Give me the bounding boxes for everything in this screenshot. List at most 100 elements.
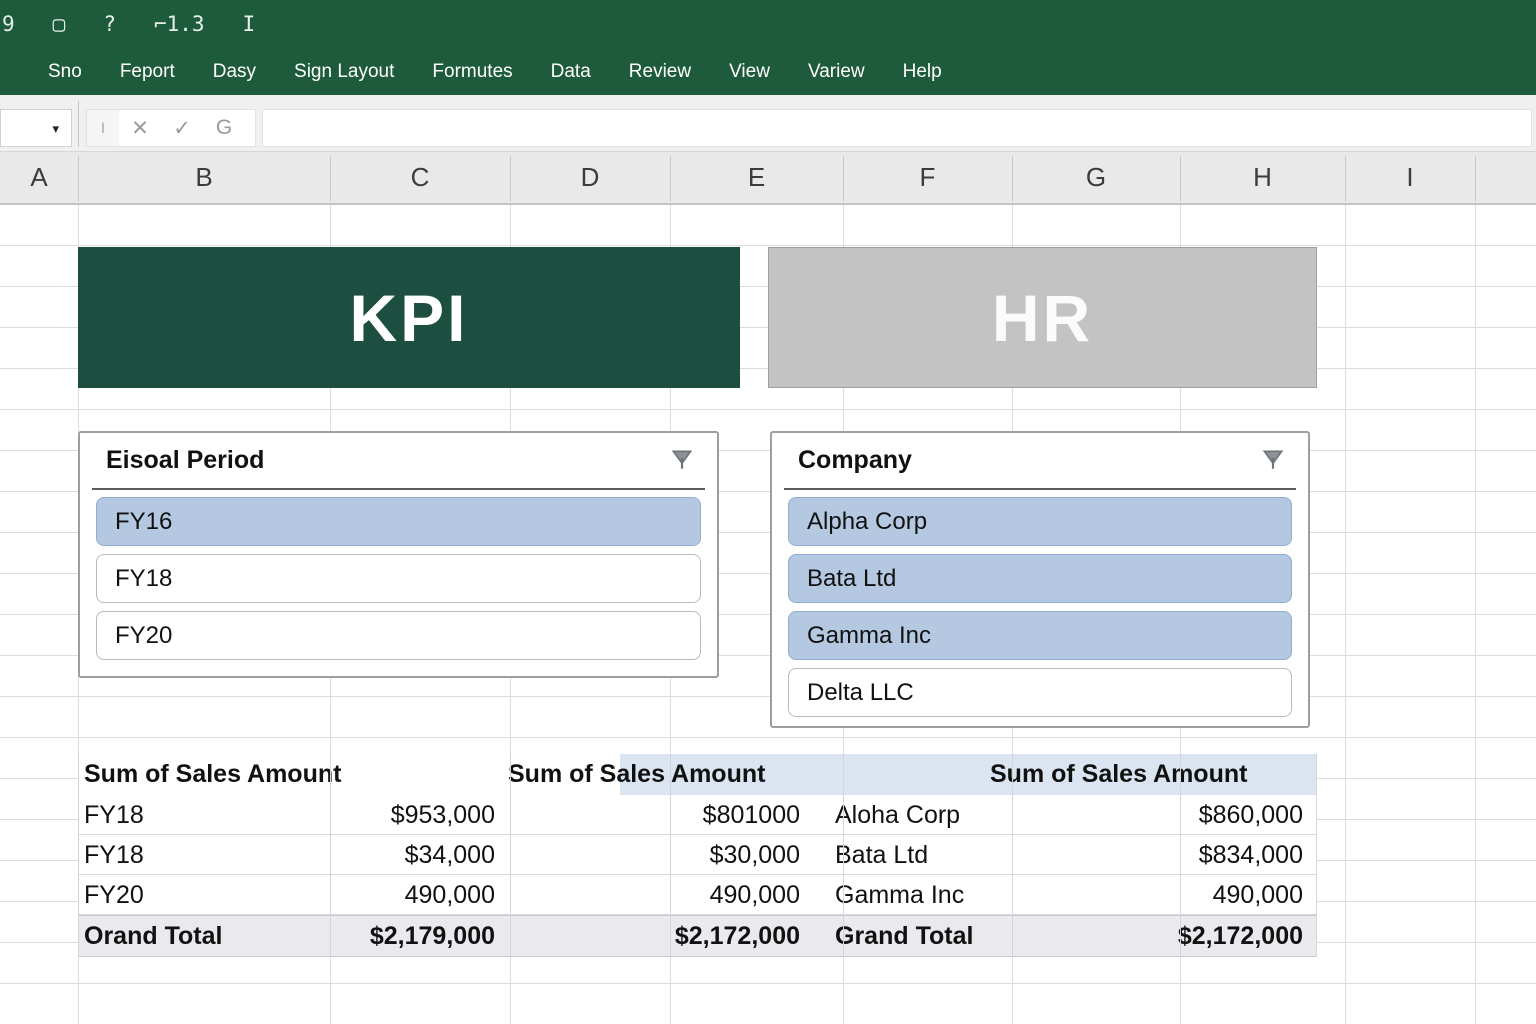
- value-cell[interactable]: $953,000: [258, 795, 495, 835]
- tab-feport[interactable]: Feport: [120, 48, 175, 95]
- gridline: [330, 754, 331, 957]
- value-cell[interactable]: $34,000: [258, 835, 495, 875]
- undo-icon[interactable]: 9: [2, 0, 15, 48]
- hr-banner-cell[interactable]: HR: [768, 247, 1317, 388]
- redo-icon[interactable]: ?: [103, 0, 116, 48]
- pivot-header-2[interactable]: Sum of Sales Amount: [508, 754, 765, 795]
- tab-variew[interactable]: Variew: [808, 48, 865, 95]
- column-separator: [1180, 156, 1181, 201]
- total-value-cell[interactable]: $2,172,000: [528, 916, 800, 957]
- column-separator: [1475, 156, 1476, 201]
- column-header-i[interactable]: I: [1345, 152, 1475, 203]
- excel-window: 9 ▢ ? ⌐1.3 I Sno Feport Dasy Sign Layout…: [0, 0, 1536, 1024]
- tab-review[interactable]: Review: [629, 48, 691, 95]
- tab-sno[interactable]: Sno: [48, 48, 82, 95]
- slicer-company: Company Alpha Corp Bata Ltd Gamma Inc De…: [770, 431, 1310, 728]
- formula-input[interactable]: [262, 109, 1532, 147]
- slicer-item-fy18[interactable]: FY18: [96, 554, 701, 603]
- tab-data[interactable]: Data: [551, 48, 591, 95]
- row-label-cell[interactable]: FY18: [84, 795, 144, 835]
- column-header-row: A B C D E F G H I: [0, 152, 1536, 205]
- column-separator: [843, 156, 844, 201]
- enter-button[interactable]: ✓: [161, 116, 203, 141]
- value-cell[interactable]: $860,000: [1028, 795, 1303, 835]
- value-cell[interactable]: 490,000: [258, 875, 495, 915]
- column-separator: [670, 156, 671, 201]
- slicer-divider: [784, 488, 1296, 490]
- column-header-h[interactable]: H: [1180, 152, 1345, 203]
- slicer-item-delta-llc[interactable]: Delta LLC: [788, 668, 1292, 717]
- gridline: [843, 754, 844, 957]
- pivot-row: FY18 $953,000 $801000 Aloha Corp $860,00…: [78, 795, 1317, 835]
- formula-bar-divider: [78, 101, 79, 147]
- slicer-title: Eisoal Period: [106, 446, 265, 474]
- pivot-header-1[interactable]: Sum of Sales Amount: [84, 754, 341, 795]
- tab-sign-layout[interactable]: Sign Layout: [294, 48, 394, 95]
- row-label-cell[interactable]: Bata Ltd: [835, 835, 928, 875]
- tab-formutes[interactable]: Formutes: [432, 48, 512, 95]
- column-separator: [78, 156, 79, 201]
- slicer-item-fy16[interactable]: FY16: [96, 497, 701, 546]
- pivot-grand-total-row: Orand Total $2,179,000 $2,172,000 Grand …: [78, 915, 1317, 957]
- column-header-f[interactable]: F: [843, 152, 1012, 203]
- slicer-item-alpha-corp[interactable]: Alpha Corp: [788, 497, 1292, 546]
- gridline: [670, 754, 671, 957]
- total-label-cell[interactable]: Orand Total: [84, 916, 222, 957]
- name-box[interactable]: ▾: [0, 109, 72, 147]
- tab-help[interactable]: Help: [903, 48, 942, 95]
- row-label-cell[interactable]: FY18: [84, 835, 144, 875]
- insert-function-button[interactable]: G: [203, 116, 245, 140]
- pivot-row: FY18 $34,000 $30,000 Bata Ltd $834,000: [78, 835, 1317, 875]
- tab-view[interactable]: View: [729, 48, 770, 95]
- column-header-c[interactable]: C: [330, 152, 510, 203]
- slicer-divider: [92, 488, 705, 490]
- quick-access-toolbar: 9 ▢ ? ⌐1.3 I: [0, 0, 1536, 48]
- tab-dasy[interactable]: Dasy: [213, 48, 256, 95]
- gridline: [1316, 754, 1317, 957]
- slicer-item-bata-ltd[interactable]: Bata Ltd: [788, 554, 1292, 603]
- cancel-button[interactable]: ✕: [119, 116, 161, 141]
- value-cell[interactable]: 490,000: [528, 875, 800, 915]
- gridline: [1475, 205, 1476, 1024]
- column-header-a[interactable]: A: [0, 152, 78, 203]
- formula-buttons: ı ✕ ✓ G: [86, 109, 256, 147]
- column-separator: [1012, 156, 1013, 201]
- slicer-title: Company: [798, 446, 912, 474]
- value-cell[interactable]: $801000: [528, 795, 800, 835]
- column-separator: [510, 156, 511, 201]
- restore-window-icon[interactable]: ▢: [53, 0, 66, 48]
- total-label-cell[interactable]: Grand Total: [835, 916, 973, 957]
- formula-bar: ▾ ı ✕ ✓ G: [0, 95, 1536, 152]
- gridline: [1012, 754, 1013, 957]
- gridline: [510, 754, 511, 957]
- slicer-item-fy20[interactable]: FY20: [96, 611, 701, 660]
- kpi-banner-cell[interactable]: KPI: [78, 247, 740, 388]
- filter-funnel-icon[interactable]: [1260, 447, 1286, 473]
- pivot-header-3[interactable]: Sum of Sales Amount: [990, 754, 1247, 795]
- slicer-fiscal-period: Eisoal Period FY16 FY18 FY20: [78, 431, 719, 678]
- column-header-d[interactable]: D: [510, 152, 670, 203]
- slicer-item-gamma-inc[interactable]: Gamma Inc: [788, 611, 1292, 660]
- column-header-e[interactable]: E: [670, 152, 843, 203]
- gridline: [78, 754, 79, 957]
- total-value-cell[interactable]: $2,179,000: [258, 916, 495, 957]
- column-header-g[interactable]: G: [1012, 152, 1180, 203]
- value-cell[interactable]: $834,000: [1028, 835, 1303, 875]
- column-separator: [330, 156, 331, 201]
- text-cursor-icon[interactable]: I: [243, 0, 256, 48]
- filter-funnel-icon[interactable]: [669, 447, 695, 473]
- gridline: [1180, 754, 1181, 957]
- row-label-cell[interactable]: Aloha Corp: [835, 795, 960, 835]
- name-box-dropdown-icon[interactable]: ▾: [52, 121, 59, 137]
- caret-icon: ı: [87, 110, 119, 146]
- zoom-level-icon[interactable]: ⌐1.3: [154, 0, 205, 48]
- row-label-cell[interactable]: FY20: [84, 875, 144, 915]
- ribbon-tab-bar: Sno Feport Dasy Sign Layout Formutes Dat…: [0, 48, 1536, 143]
- value-cell[interactable]: $30,000: [528, 835, 800, 875]
- column-header-b[interactable]: B: [78, 152, 330, 203]
- gridline: [1345, 205, 1346, 1024]
- column-separator: [1345, 156, 1346, 201]
- value-cell[interactable]: 490,000: [1028, 875, 1303, 915]
- row-label-cell[interactable]: Gamma Inc: [835, 875, 964, 915]
- total-value-cell[interactable]: $2,172,000: [1028, 916, 1303, 957]
